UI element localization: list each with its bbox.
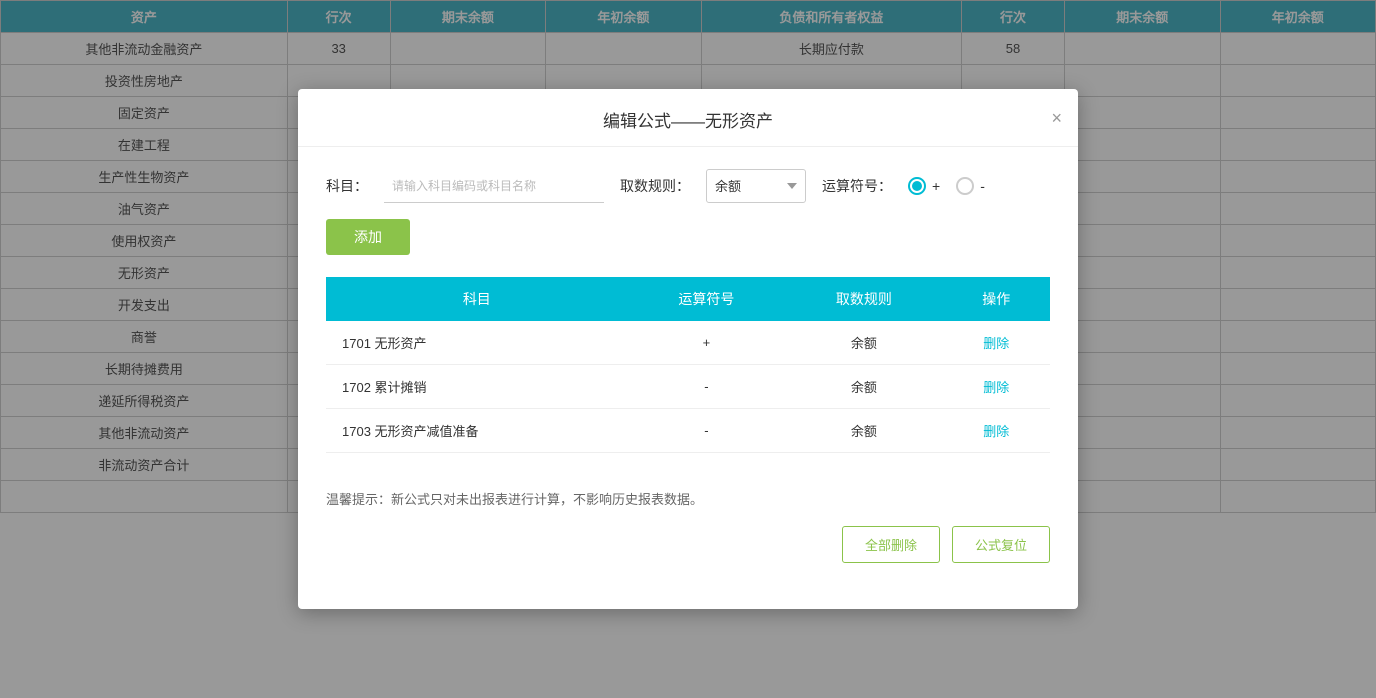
formula-subject: 1703 无形资产减值准备	[326, 409, 628, 453]
modal-body: 科目： 取数规则： 余额 借方 贷方 借方发生额 贷方发生额 运算符号：	[298, 147, 1078, 475]
operator-label: 运算符号：	[822, 176, 892, 196]
formula-rule: 余额	[785, 321, 942, 365]
delete-all-button[interactable]: 全部删除	[842, 526, 940, 563]
modal-dialog: 编辑公式——无形资产 × 科目： 取数规则： 余额 借方 贷方 借方发生额 贷方…	[298, 89, 1078, 609]
th-operator: 运算符号	[628, 277, 785, 321]
formula-table: 科目 运算符号 取数规则 操作 1701 无形资产+余额删除1702 累计摊销-…	[326, 277, 1050, 453]
delete-row-button[interactable]: 删除	[983, 377, 1009, 396]
formula-rule: 余额	[785, 365, 942, 409]
rule-select-wrap: 余额 借方 贷方 借方发生额 贷方发生额	[706, 169, 806, 203]
modal-footer: 温馨提示：新公式只对未出报表进行计算，不影响历史报表数据。 全部删除 公式复位	[298, 475, 1078, 585]
modal-close-button[interactable]: ×	[1051, 109, 1062, 127]
modal-header: 编辑公式——无形资产 ×	[298, 89, 1078, 147]
subject-label: 科目：	[326, 176, 368, 196]
formula-action: 删除	[943, 321, 1050, 365]
rule-label: 取数规则：	[620, 176, 690, 196]
radio-plus[interactable]: +	[908, 177, 940, 195]
delete-row-button[interactable]: 删除	[983, 333, 1009, 352]
formula-action: 删除	[943, 409, 1050, 453]
th-subject: 科目	[326, 277, 628, 321]
subject-input[interactable]	[384, 169, 604, 203]
formula-subject: 1702 累计摊销	[326, 365, 628, 409]
th-rule: 取数规则	[785, 277, 942, 321]
th-action: 操作	[943, 277, 1050, 321]
formula-operator: -	[628, 365, 785, 409]
radio-minus[interactable]: -	[956, 177, 985, 195]
reset-button[interactable]: 公式复位	[952, 526, 1050, 563]
footer-buttons: 全部删除 公式复位	[326, 526, 1050, 563]
radio-plus-label: +	[932, 178, 940, 194]
form-row: 科目： 取数规则： 余额 借方 贷方 借方发生额 贷方发生额 运算符号：	[326, 169, 1050, 255]
add-button[interactable]: 添加	[326, 219, 410, 255]
formula-table-row: 1701 无形资产+余额 删除	[326, 321, 1050, 365]
formula-operator: -	[628, 409, 785, 453]
warning-text: 温馨提示：新公式只对未出报表进行计算，不影响历史报表数据。	[326, 489, 1050, 508]
formula-rule: 余额	[785, 409, 942, 453]
rule-select[interactable]: 余额 借方 贷方 借方发生额 贷方发生额	[706, 169, 806, 203]
formula-action: 删除	[943, 365, 1050, 409]
radio-plus-circle	[908, 177, 926, 195]
radio-minus-circle	[956, 177, 974, 195]
modal-overlay: 编辑公式——无形资产 × 科目： 取数规则： 余额 借方 贷方 借方发生额 贷方…	[0, 0, 1376, 698]
formula-table-row: 1702 累计摊销-余额 删除	[326, 365, 1050, 409]
operator-radio-group: + -	[908, 177, 985, 195]
formula-subject: 1701 无形资产	[326, 321, 628, 365]
formula-table-row: 1703 无形资产减值准备-余额 删除	[326, 409, 1050, 453]
modal-title: 编辑公式——无形资产	[603, 112, 773, 131]
delete-row-button[interactable]: 删除	[983, 421, 1009, 440]
formula-operator: +	[628, 321, 785, 365]
radio-minus-label: -	[980, 178, 985, 194]
